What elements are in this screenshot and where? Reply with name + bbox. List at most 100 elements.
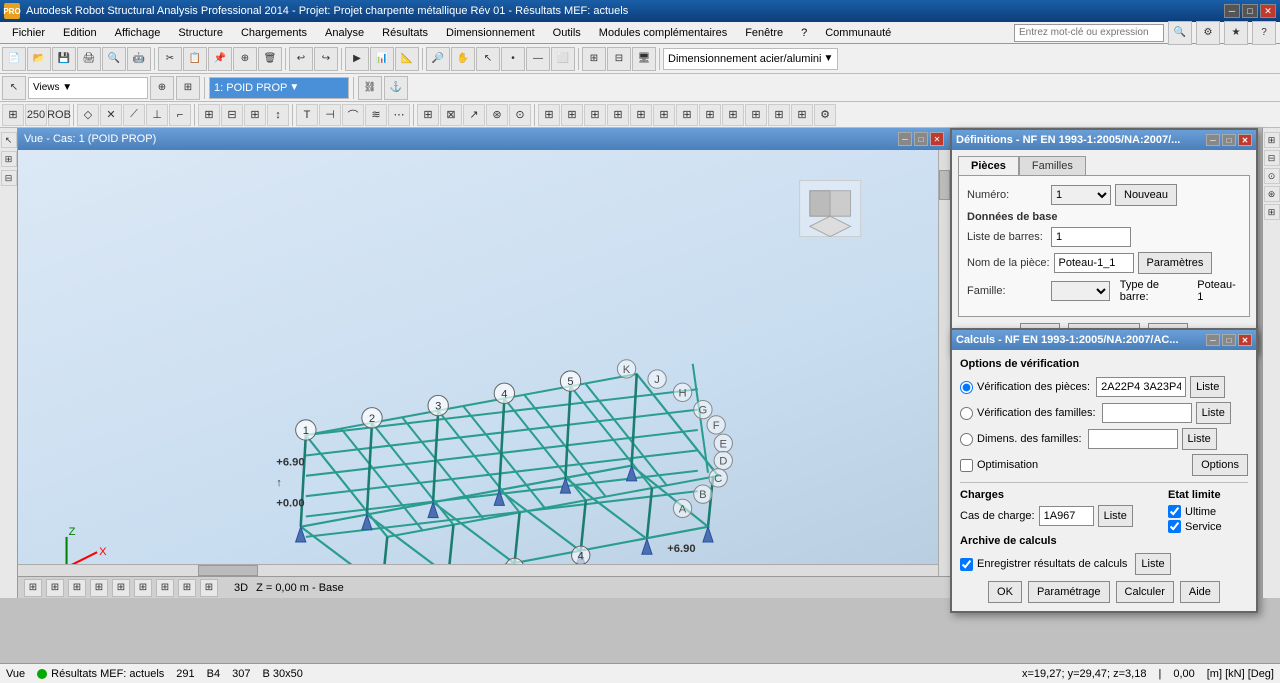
- vp-bottom-btn2[interactable]: ⊞: [46, 579, 64, 597]
- tb-icon-21[interactable]: ⊛: [486, 104, 508, 126]
- calc-calculer-button[interactable]: Calculer: [1116, 581, 1174, 603]
- redo-button[interactable]: ↪: [314, 47, 338, 71]
- numero-select[interactable]: 1: [1051, 185, 1111, 205]
- tb-icon-5[interactable]: ✕: [100, 104, 122, 126]
- right-tb-3[interactable]: ⊙: [1264, 168, 1280, 184]
- def-close-btn[interactable]: ✕: [1238, 134, 1252, 146]
- service-checkbox[interactable]: [1168, 520, 1181, 533]
- node-button[interactable]: •: [501, 47, 525, 71]
- maximize-button[interactable]: □: [1242, 4, 1258, 18]
- calc-maximize-btn[interactable]: □: [1222, 334, 1236, 346]
- horizontal-scrollbar[interactable]: [18, 564, 938, 576]
- calc-parametrage-button[interactable]: Paramétrage: [1028, 581, 1110, 603]
- results-button[interactable]: 📊: [370, 47, 394, 71]
- viewport-minimize[interactable]: ─: [898, 132, 912, 146]
- left-tb-2[interactable]: ⊞: [1, 151, 17, 167]
- view-dropdown[interactable]: Views ▼: [28, 77, 148, 99]
- def-maximize-btn[interactable]: □: [1222, 134, 1236, 146]
- cas-charge-liste-btn[interactable]: Liste: [1098, 505, 1133, 527]
- liste-barres-input[interactable]: [1051, 227, 1131, 247]
- tb-icon-23[interactable]: ⊞: [538, 104, 560, 126]
- menu-analyse[interactable]: Analyse: [317, 23, 372, 43]
- undo-button[interactable]: ↩: [289, 47, 313, 71]
- vp-bottom-btn4[interactable]: ⊞: [90, 579, 108, 597]
- menu-edition[interactable]: Edition: [55, 23, 105, 43]
- chain-button[interactable]: ⛓: [358, 76, 382, 100]
- viewport-3d-area[interactable]: .beam { stroke: #2a9d8f; stroke-width: 2…: [18, 150, 950, 598]
- vp-bottom-btn9[interactable]: ⊞: [200, 579, 218, 597]
- vp-bottom-btn6[interactable]: ⊞: [134, 579, 152, 597]
- vertical-scrollbar[interactable]: [938, 150, 950, 576]
- search-button[interactable]: 🔍: [1168, 21, 1192, 45]
- ultime-checkbox[interactable]: [1168, 505, 1181, 518]
- menu-fichier[interactable]: Fichier: [4, 23, 53, 43]
- tb-icon-1[interactable]: ⊞: [2, 104, 24, 126]
- tb-icon-27[interactable]: ⊞: [630, 104, 652, 126]
- paste-button[interactable]: 📌: [208, 47, 232, 71]
- right-tb-5[interactable]: ⊞: [1264, 204, 1280, 220]
- tb-icon-24[interactable]: ⊞: [561, 104, 583, 126]
- vp-bottom-btn7[interactable]: ⊞: [156, 579, 174, 597]
- right-tb-2[interactable]: ⊟: [1264, 150, 1280, 166]
- nom-piece-input[interactable]: [1054, 253, 1134, 273]
- menu-modules[interactable]: Modules complémentaires: [591, 23, 735, 43]
- tb-icon-10[interactable]: ⊟: [221, 104, 243, 126]
- tb-icon-32[interactable]: ⊞: [745, 104, 767, 126]
- minimize-button[interactable]: ─: [1224, 4, 1240, 18]
- tb-icon-19[interactable]: ⊠: [440, 104, 462, 126]
- tb-icon-20[interactable]: ↗: [463, 104, 485, 126]
- tb-icon-7[interactable]: ⊥: [146, 104, 168, 126]
- menu-help[interactable]: ?: [793, 23, 815, 43]
- left-tb-3[interactable]: ⊟: [1, 170, 17, 186]
- archive-liste-btn[interactable]: Liste: [1135, 553, 1170, 575]
- cas-charge-input[interactable]: [1039, 506, 1094, 526]
- dimensionnement-dropdown[interactable]: Dimensionnement acier/alumini▼: [663, 48, 838, 70]
- tb-icon-30[interactable]: ⊞: [699, 104, 721, 126]
- dim-button[interactable]: 📐: [395, 47, 419, 71]
- tb-icon-8[interactable]: ⌐: [169, 104, 191, 126]
- menu-communaute[interactable]: Communauté: [817, 23, 899, 43]
- def-minimize-btn[interactable]: ─: [1206, 134, 1220, 146]
- tb-icon-16[interactable]: ≋: [365, 104, 387, 126]
- dimens-familles-radio[interactable]: [960, 433, 973, 446]
- tb-icon-11[interactable]: ⊞: [244, 104, 266, 126]
- delete-button[interactable]: 🗑: [258, 47, 282, 71]
- clone-button[interactable]: ⊕: [233, 47, 257, 71]
- verif-familles-input[interactable]: [1102, 403, 1192, 423]
- preview-button[interactable]: 🔍: [102, 47, 126, 71]
- tab-familles[interactable]: Familles: [1019, 156, 1086, 175]
- tb-icon-33[interactable]: ⊞: [768, 104, 790, 126]
- robot-button[interactable]: 🤖: [127, 47, 151, 71]
- vp-bottom-btn8[interactable]: ⊞: [178, 579, 196, 597]
- verif-familles-radio[interactable]: [960, 407, 973, 420]
- display-button[interactable]: 🖥: [632, 47, 656, 71]
- vp-bottom-btn3[interactable]: ⊞: [68, 579, 86, 597]
- calc-aide-button[interactable]: Aide: [1180, 581, 1220, 603]
- tb-icon-29[interactable]: ⊞: [676, 104, 698, 126]
- calc-ok-button[interactable]: OK: [988, 581, 1022, 603]
- search-icon[interactable]: ⚙: [1196, 21, 1220, 45]
- grid-button[interactable]: ⊞: [176, 76, 200, 100]
- menu-structure[interactable]: Structure: [170, 23, 231, 43]
- close-button[interactable]: ✕: [1260, 4, 1276, 18]
- calc-close-btn[interactable]: ✕: [1238, 334, 1252, 346]
- parametres-button[interactable]: Paramètres: [1138, 252, 1213, 274]
- tb-icon-34[interactable]: ⊞: [791, 104, 813, 126]
- left-tb-1[interactable]: ↖: [1, 132, 17, 148]
- menu-resultats[interactable]: Résultats: [374, 23, 436, 43]
- verif-familles-liste-btn[interactable]: Liste: [1196, 402, 1231, 424]
- pointer-button[interactable]: ↖: [2, 76, 26, 100]
- snap-button[interactable]: ⊕: [150, 76, 174, 100]
- tb-icon-2[interactable]: 250: [25, 104, 47, 126]
- menu-fenetre[interactable]: Fenêtre: [737, 23, 791, 43]
- enregistrer-checkbox[interactable]: [960, 558, 973, 571]
- menu-outils[interactable]: Outils: [545, 23, 589, 43]
- bar-button[interactable]: —: [526, 47, 550, 71]
- tb-icon-25[interactable]: ⊞: [584, 104, 606, 126]
- tb-icon-26[interactable]: ⊞: [607, 104, 629, 126]
- pan-button[interactable]: ✋: [451, 47, 475, 71]
- anchor-button[interactable]: ⚓: [384, 76, 408, 100]
- verif-pieces-radio[interactable]: [960, 381, 973, 394]
- tb-icon-18[interactable]: ⊞: [417, 104, 439, 126]
- section-button[interactable]: ⊞: [582, 47, 606, 71]
